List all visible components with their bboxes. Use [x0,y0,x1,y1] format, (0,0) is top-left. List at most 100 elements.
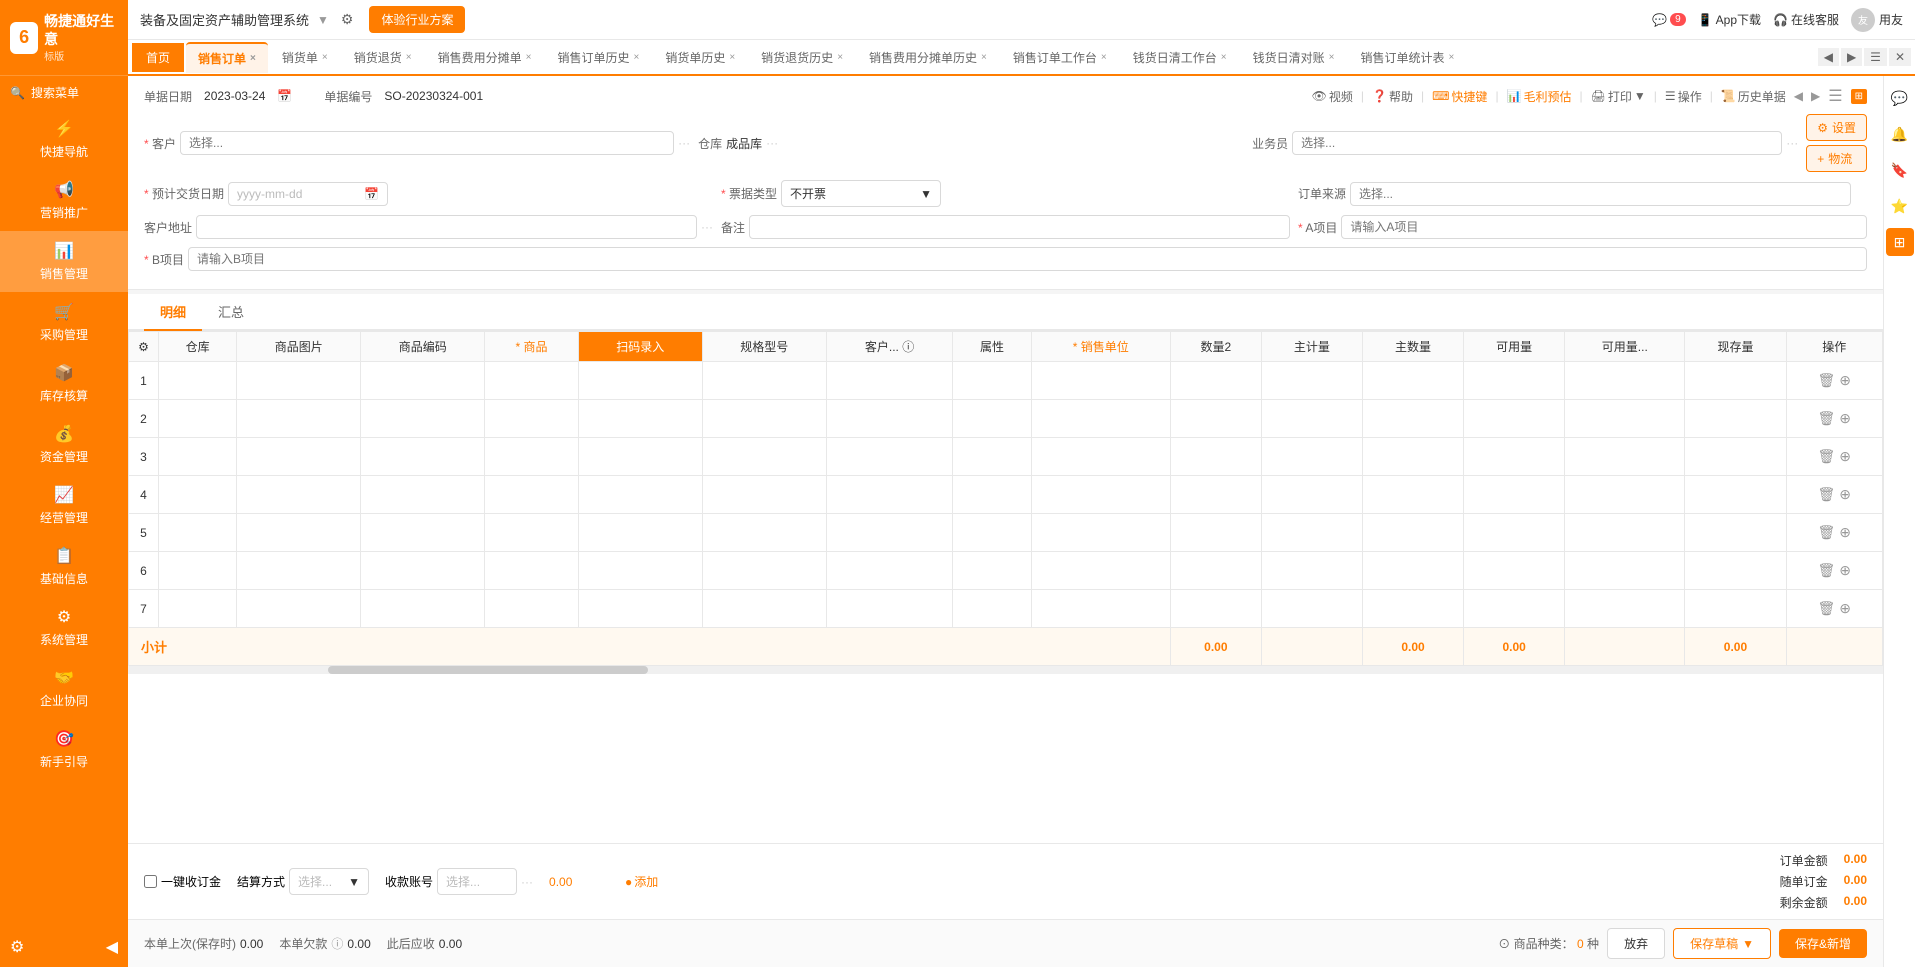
operate-btn[interactable]: ☰ 操作 [1665,88,1702,105]
tab-menu-btn[interactable]: ☰ [1864,48,1887,66]
tab-close-4[interactable]: × [526,52,532,63]
sidebar-item-operations[interactable]: 📈 经营管理 [0,475,128,536]
sidebar-item-purchase[interactable]: 🛒 采购管理 [0,292,128,353]
a-project-input[interactable] [1341,215,1867,239]
tab-sales-order[interactable]: 销售订单 × [186,42,268,73]
invoice-type-select[interactable]: 不开票 ▼ [781,180,941,207]
sidebar-item-finance[interactable]: 💰 资金管理 [0,414,128,475]
print-btn[interactable]: 🖨 打印 ▼ [1591,88,1646,105]
collapse-icon[interactable]: ◀ [106,937,118,957]
nav-next-icon[interactable]: ▶ [1811,89,1820,103]
settings-bottom-icon[interactable]: ⚙ [10,937,24,957]
delete-icon-3[interactable]: 🗑 [1818,448,1836,465]
tab-return-history[interactable]: 销货退货历史 × [749,43,855,72]
tab-close-12[interactable]: × [1448,52,1454,63]
tab-detail[interactable]: 明细 [144,294,202,331]
account-select[interactable]: 选择... [437,868,517,895]
copy-icon-2[interactable]: ⊕ [1839,410,1851,427]
quick-pay-checkbox[interactable]: 一键收订金 [144,873,221,890]
view-mode-grid[interactable]: ⊞ [1851,89,1867,104]
right-panel-star-icon[interactable]: ⭐ [1886,192,1914,220]
sidebar-item-enterprise[interactable]: 🤝 企业协同 [0,658,128,719]
history-btn[interactable]: 📜 历史单据 [1721,88,1786,105]
user-menu[interactable]: 友 用友 [1851,8,1903,32]
tab-reconcile[interactable]: 钱货日清对账 × [1241,43,1347,72]
copy-icon-6[interactable]: ⊕ [1839,562,1851,579]
tab-order-history[interactable]: 销售订单历史 × [545,43,651,72]
tab-return[interactable]: 销货退货 × [342,43,424,72]
tab-workbench[interactable]: 销售订单工作台 × [1001,43,1119,72]
tab-stats[interactable]: 销售订单统计表 × [1348,43,1466,72]
save-new-button[interactable]: 保存&新增 [1779,929,1867,958]
tab-next-btn[interactable]: ▶ [1841,48,1862,66]
add-col-button[interactable]: + 物流 [1806,145,1867,172]
app-download-link[interactable]: 📱 App下载 [1698,11,1761,28]
delivery-date-input[interactable]: yyyy-mm-dd 📅 [228,182,388,206]
tab-expense-history[interactable]: 销售费用分摊单历史 × [857,43,999,72]
profit-btn[interactable]: 📊 毛利预估 [1507,88,1572,105]
debt-info-icon[interactable]: ⓘ [331,935,343,952]
calendar-icon[interactable]: 📅 [277,89,292,103]
th-scan[interactable]: 扫码录入 [578,332,702,362]
horizontal-scrollbar[interactable] [128,666,1883,674]
address-input[interactable] [196,215,697,239]
view-mode-list[interactable]: ☰ [1828,86,1842,106]
salesperson-dots[interactable]: ··· [1786,136,1798,150]
sidebar-search[interactable]: 🔍 搜索菜单 [0,76,128,109]
copy-icon-5[interactable]: ⊕ [1839,524,1851,541]
delete-icon-1[interactable]: 🗑 [1818,372,1836,389]
settings-button[interactable]: ⚙ 设置 [1806,114,1867,141]
tab-close-sales-order[interactable]: × [250,53,256,64]
delete-icon-6[interactable]: 🗑 [1818,562,1836,579]
copy-icon-4[interactable]: ⊕ [1839,486,1851,503]
online-service-link[interactable]: 🎧 在线客服 [1773,11,1839,28]
right-panel-bell-icon[interactable]: 🔔 [1886,120,1914,148]
goods-icon[interactable]: ⊙ [1498,937,1510,951]
tab-summary[interactable]: 汇总 [202,294,260,331]
remark-input[interactable] [749,215,1290,239]
notification-area[interactable]: 💬 9 [1652,13,1686,27]
help-btn[interactable]: ❓ 帮助 [1372,88,1413,105]
payment-method-select[interactable]: 选择... ▼ [289,868,369,895]
tab-close-7[interactable]: × [837,52,843,63]
tab-close-9[interactable]: × [1101,52,1107,63]
copy-icon-7[interactable]: ⊕ [1839,600,1851,617]
discard-button[interactable]: 放弃 [1607,928,1665,959]
topbar-dropdown-icon[interactable]: ▼ [317,13,329,27]
copy-icon-1[interactable]: ⊕ [1839,372,1851,389]
sidebar-item-inventory[interactable]: 📦 库存核算 [0,353,128,414]
sidebar-item-sales[interactable]: 📊 销售管理 [0,231,128,292]
address-dots[interactable]: ··· [701,220,713,234]
tab-close-3[interactable]: × [406,52,412,63]
right-panel-chat-icon[interactable]: 💬 [1886,84,1914,112]
tab-close-2[interactable]: × [322,52,328,63]
sidebar-item-quick[interactable]: ⚡ 快捷导航 [0,109,128,170]
customer-dots[interactable]: ··· [678,136,690,150]
warehouse-dots[interactable]: ··· [766,136,778,150]
sidebar-item-guide[interactable]: 🎯 新手引导 [0,719,128,780]
tab-sales-goods[interactable]: 销货单 × [270,43,340,72]
b-project-input[interactable] [188,247,1867,271]
sidebar-item-base[interactable]: 📋 基础信息 [0,536,128,597]
add-payment-btn[interactable]: ● 添加 [625,873,658,890]
tab-daily-clear[interactable]: 钱货日清工作台 × [1121,43,1239,72]
delete-icon-4[interactable]: 🗑 [1818,486,1836,503]
account-dots[interactable]: ··· [521,875,533,889]
th-settings[interactable]: ⚙ [129,332,159,362]
solution-button[interactable]: 体验行业方案 [369,6,465,33]
tab-close-5[interactable]: × [633,52,639,63]
sidebar-item-system[interactable]: ⚙ 系统管理 [0,597,128,658]
tab-close-11[interactable]: × [1329,52,1335,63]
topbar-gear-icon[interactable]: ⚙ [341,11,354,28]
scrollbar-thumb[interactable] [328,666,648,674]
delete-icon-2[interactable]: 🗑 [1818,410,1836,427]
customer-input[interactable] [180,131,674,155]
tab-close-10[interactable]: × [1221,52,1227,63]
sidebar-item-marketing[interactable]: 📢 营销推广 [0,170,128,231]
tab-home[interactable]: 首页 [132,43,184,72]
tab-close-all-btn[interactable]: ✕ [1889,48,1911,66]
order-source-input[interactable] [1350,182,1851,206]
save-draft-button[interactable]: 保存草稿 ▼ [1673,928,1771,959]
copy-icon-3[interactable]: ⊕ [1839,448,1851,465]
salesperson-input[interactable] [1292,131,1782,155]
